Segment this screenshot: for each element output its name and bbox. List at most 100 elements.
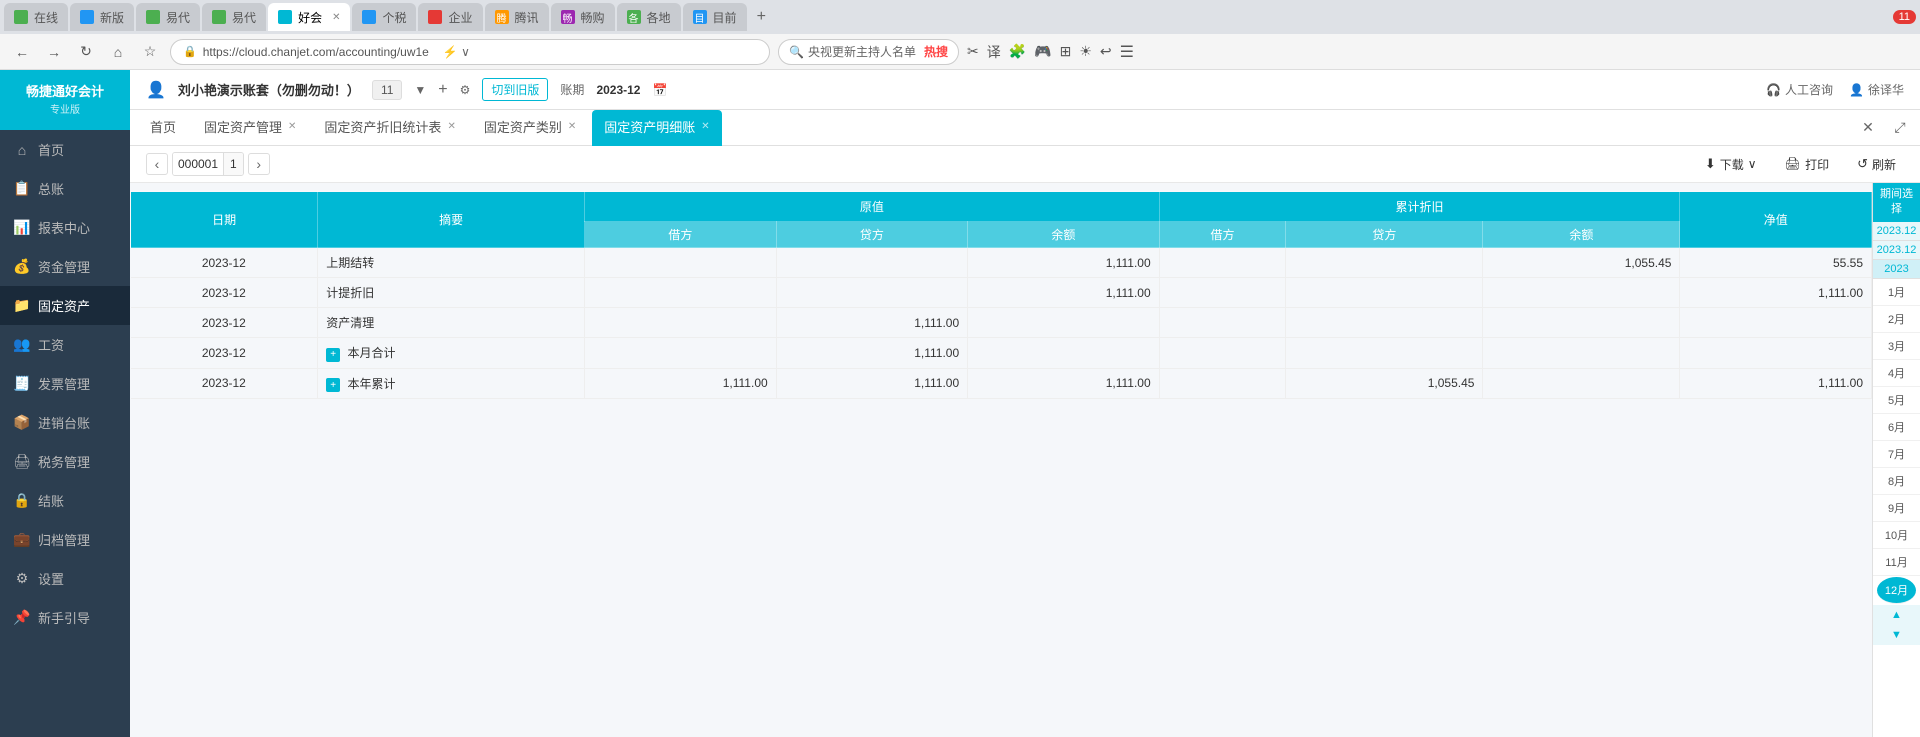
prev-page-btn[interactable]: ‹ <box>146 153 168 175</box>
period-scroll-down[interactable]: ▼ <box>1873 625 1920 645</box>
tab-asset-category[interactable]: 固定资产类别 ✕ <box>472 110 588 146</box>
close-asset-category-tab[interactable]: ✕ <box>568 121 576 132</box>
dropdown-icon[interactable]: ▼ <box>414 83 426 97</box>
switch-version-btn[interactable]: 切到旧版 <box>482 78 548 101</box>
browser-tab-geshui[interactable]: 个税 <box>352 3 416 31</box>
browser-tab-chang[interactable]: 畅 畅购 <box>551 3 615 31</box>
calendar-icon[interactable]: 📅 <box>652 83 667 97</box>
browser-tab-yidai2[interactable]: 易代 <box>202 3 266 31</box>
table-row[interactable]: 2023-12 上期结转 1,111.00 1,055.45 55.55 <box>131 248 1872 278</box>
sidebar-item-invoice[interactable]: 🧾 发票管理 <box>0 364 130 403</box>
period-month-11[interactable]: 11月 <box>1873 549 1920 576</box>
period-month-9[interactable]: 9月 <box>1873 495 1920 522</box>
sidebar-item-home[interactable]: ⌂ 首页 <box>0 130 130 169</box>
close-fixed-mgmt-tab[interactable]: ✕ <box>288 121 296 132</box>
tab-expand-btn[interactable]: ⤢ <box>1888 116 1912 140</box>
browser-tab-qiye[interactable]: 企业 <box>418 3 482 31</box>
table-row[interactable]: 2023-12 计提折旧 1,111.00 1,111.00 <box>131 278 1872 308</box>
tab-close-all-btn[interactable]: ✕ <box>1856 116 1880 140</box>
sidebar-item-funds[interactable]: 💰 资金管理 <box>0 247 130 286</box>
browser-tab-new[interactable]: 新版 <box>70 3 134 31</box>
tab-fixed-mgmt-label: 固定资产管理 <box>204 117 282 136</box>
tab-asset-category-label: 固定资产类别 <box>484 117 562 136</box>
period-month-12[interactable]: 12月 <box>1877 577 1916 604</box>
close-depreciation-tab[interactable]: ✕ <box>447 121 455 132</box>
home-button[interactable]: ⌂ <box>106 40 130 64</box>
sidebar-label-tax: 税务管理 <box>38 452 90 471</box>
tab-favicon-haohui <box>278 10 292 24</box>
browser-tab-gedi[interactable]: 各 各地 <box>617 3 681 31</box>
forward-button[interactable]: → <box>42 40 66 64</box>
sidebar-item-settings[interactable]: ⚙ 设置 <box>0 559 130 598</box>
period-scroll-up[interactable]: ▲ <box>1873 605 1920 625</box>
browser-tab-muqian[interactable]: 目 目前 <box>683 3 747 31</box>
period-month-7[interactable]: 7月 <box>1873 441 1920 468</box>
sidebar-item-reports[interactable]: 📊 报表中心 <box>0 208 130 247</box>
sidebar-item-payroll[interactable]: 👥 工资 <box>0 325 130 364</box>
period-month-4[interactable]: 4月 <box>1873 360 1920 387</box>
settings-small-icon[interactable]: ⚙ <box>460 83 471 97</box>
tab-asset-detail[interactable]: 固定资产明细账 ✕ <box>592 110 721 146</box>
table-row[interactable]: 2023-12 资产清理 1,111.00 <box>131 308 1872 338</box>
reports-icon: 📊 <box>14 220 30 236</box>
table-row[interactable]: 2023-12 + 本年累计 1,111.00 1,111.00 1,111.0… <box>131 368 1872 399</box>
row2-net-value: 1,111.00 <box>1680 278 1872 308</box>
add-tab-button[interactable]: + <box>749 8 774 26</box>
tab-fixed-mgmt[interactable]: 固定资产管理 ✕ <box>192 110 308 146</box>
tab-label-haohui: 好会 <box>298 9 322 26</box>
period-month-5[interactable]: 5月 <box>1873 387 1920 414</box>
sidebar-item-fixed-assets[interactable]: 📁 固定资产 <box>0 286 130 325</box>
sidebar-label-fixed-assets: 固定资产 <box>38 296 90 315</box>
row3-acc-balance <box>1483 308 1680 338</box>
download-btn[interactable]: ⬇ 下载 ∨ <box>1697 153 1765 176</box>
service-btn[interactable]: 🎧 人工咨询 <box>1766 81 1833 98</box>
tab-label-geshui: 个税 <box>382 9 406 26</box>
back-button[interactable]: ← <box>10 40 34 64</box>
period-month-1[interactable]: 1月 <box>1873 279 1920 306</box>
search-bar[interactable]: 🔍 央视更新主持人名单 热搜 <box>778 39 959 65</box>
tab-close-haohui[interactable]: ✕ <box>332 12 340 23</box>
row1-date: 2023-12 <box>131 248 318 278</box>
table-row[interactable]: 2023-12 + 本月合计 1,111.00 <box>131 338 1872 369</box>
row2-orig-credit <box>776 278 967 308</box>
browser-tab-haohui[interactable]: 好会 ✕ <box>268 3 350 31</box>
sidebar-label-reports: 报表中心 <box>38 218 90 237</box>
close-asset-detail-tab[interactable]: ✕ <box>701 121 709 132</box>
reload-button[interactable]: ↻ <box>74 40 98 64</box>
row1-orig-debit <box>585 248 776 278</box>
tab-depreciation-stats[interactable]: 固定资产折旧统计表 ✕ <box>312 110 467 146</box>
row1-acc-balance: 1,055.45 <box>1483 248 1680 278</box>
browser-tab-tengxun[interactable]: 腾 腾讯 <box>485 3 549 31</box>
browser-tab-online[interactable]: 在线 <box>4 3 68 31</box>
menu-icon[interactable]: ☰ <box>1120 42 1134 62</box>
sidebar-item-purchase-sale[interactable]: 📦 进销台账 <box>0 403 130 442</box>
user-info[interactable]: 👤 徐译华 <box>1849 81 1904 98</box>
tab-favicon-online <box>14 10 28 24</box>
refresh-btn[interactable]: ↺ 刷新 <box>1849 153 1904 176</box>
page-input[interactable] <box>173 153 223 175</box>
add-company-btn[interactable]: + <box>438 81 447 99</box>
col-orig-balance: 余额 <box>968 222 1159 248</box>
period-month-8[interactable]: 8月 <box>1873 468 1920 495</box>
sidebar-item-guide[interactable]: 📌 新手引导 <box>0 598 130 637</box>
period-month-3[interactable]: 3月 <box>1873 333 1920 360</box>
sidebar-item-archive[interactable]: 💼 归档管理 <box>0 520 130 559</box>
period-month-2[interactable]: 2月 <box>1873 306 1920 333</box>
next-page-btn[interactable]: › <box>248 153 270 175</box>
period-month-10[interactable]: 10月 <box>1873 522 1920 549</box>
sidebar-item-tax[interactable]: 🖨 税务管理 <box>0 442 130 481</box>
period-month-6[interactable]: 6月 <box>1873 414 1920 441</box>
bookmark-button[interactable]: ☆ <box>138 40 162 64</box>
tab-favicon-qiye <box>428 10 442 24</box>
sidebar-item-close[interactable]: 🔒 结账 <box>0 481 130 520</box>
table-area: 日期 摘要 原值 累计折旧 净值 借方 贷方 余额 借方 贷方 余额 <box>130 183 1872 737</box>
browser-tab-yidai1[interactable]: 易代 <box>136 3 200 31</box>
tab-home[interactable]: 首页 <box>138 110 188 146</box>
col-orig-credit: 贷方 <box>776 222 967 248</box>
main-content: 👤 刘小艳演示账套（勿删勿动！） 11 ▼ + ⚙ 切到旧版 账期 2023-1… <box>130 70 1920 737</box>
row1-acc-credit <box>1286 248 1483 278</box>
address-bar[interactable]: 🔒 https://cloud.chanjet.com/accounting/u… <box>170 39 770 65</box>
print-btn[interactable]: 🖨 打印 <box>1777 153 1838 176</box>
sidebar-item-ledger[interactable]: 📋 总账 <box>0 169 130 208</box>
header-right: 🎧 人工咨询 👤 徐译华 <box>1766 81 1904 98</box>
